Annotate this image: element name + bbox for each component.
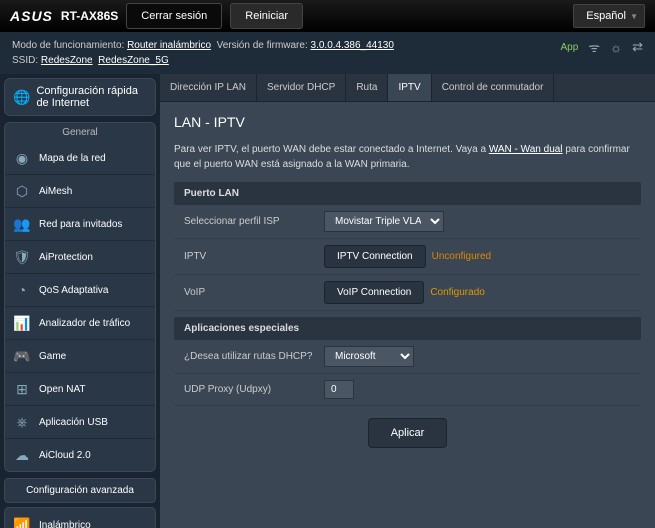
general-heading: General [5,123,155,142]
model-label: RT-AX86S [61,9,118,23]
udpxy-label: UDP Proxy (Udpxy) [184,384,324,395]
sidebar-item-general-8[interactable]: ⎈ Aplicación USB [5,406,155,439]
ssid2-value[interactable]: RedesZone_5G [98,55,169,66]
tab-1[interactable]: Servidor DHCP [257,74,346,101]
special-apps-section-header: Aplicaciones especiales [174,317,641,340]
wan-dual-link[interactable]: WAN - Wan dual [489,144,563,155]
lan-port-section-header: Puerto LAN [174,182,641,205]
logout-button[interactable]: Cerrar sesión [126,3,222,29]
ssid1-value[interactable]: RedesZone [41,55,93,66]
led-status-icon[interactable]: ☼ [610,40,622,55]
voip-connection-button[interactable]: VoIP Connection [324,281,424,304]
sidebar-icon: 📊 [13,314,31,332]
sidebar-item-general-0[interactable]: ◉ Mapa de la red [5,142,155,175]
sidebar-icon: 🎮 [13,347,31,365]
isp-profile-select[interactable]: Movistar Triple VLAN [324,211,444,232]
isp-profile-label: Seleccionar perfil ISP [184,216,324,227]
sidebar-item-general-3[interactable]: 🛡 AiProtection [5,241,155,274]
globe-icon: 🌐 [13,88,30,106]
main-panel: Dirección IP LANServidor DHCPRutaIPTVCon… [160,74,655,528]
tab-2[interactable]: Ruta [346,74,388,101]
tab-0[interactable]: Dirección IP LAN [160,74,257,101]
sidebar-icon: ⎈ [13,413,31,431]
voip-label: VoIP [184,287,324,298]
tab-3[interactable]: IPTV [388,74,431,101]
dhcp-routes-select[interactable]: Microsoft [324,346,414,367]
sidebar-item-label: Analizador de tráfico [39,318,130,329]
udpxy-input[interactable] [324,380,354,399]
sidebar-item-general-1[interactable]: ⬡ AiMesh [5,175,155,208]
sidebar-icon: ◔ [13,281,31,299]
brand-logo: ASUS [10,8,53,24]
apply-button[interactable]: Aplicar [368,418,448,448]
sidebar-icon: ☁ [13,446,31,464]
advanced-heading: Configuración avanzada [4,478,156,503]
sidebar-item-label: Open NAT [39,384,86,395]
sidebar-item-general-6[interactable]: 🎮 Game [5,340,155,373]
sidebar-item-label: AiMesh [39,186,72,197]
sidebar-item-label: AiProtection [39,252,93,263]
sidebar-icon: 🛡 [13,248,31,266]
iptv-status: Unconfigured [432,251,491,262]
sidebar: 🌐 Configuración rápida de Internet Gener… [0,74,160,528]
mode-label: Modo de funcionamiento: [12,40,124,51]
page-description: Para ver IPTV, el puerto WAN debe estar … [174,142,641,172]
sidebar-item-label: AiCloud 2.0 [39,450,91,461]
sidebar-item-label: Aplicación USB [39,417,108,428]
dhcp-routes-label: ¿Desea utilizar rutas DHCP? [184,351,324,362]
sidebar-icon: ◉ [13,149,31,167]
tab-bar: Dirección IP LANServidor DHCPRutaIPTVCon… [160,74,655,102]
sidebar-item-label: Mapa de la red [39,153,106,164]
iptv-connection-button[interactable]: IPTV Connection [324,245,426,268]
top-bar: ASUS RT-AX86S Cerrar sesión Reiniciar Es… [0,0,655,32]
sidebar-item-general-7[interactable]: ⊞ Open NAT [5,373,155,406]
language-select[interactable]: Español [573,4,645,28]
voip-status: Configurado [430,287,484,298]
link-status-icon[interactable]: ⇄ [632,39,643,55]
sidebar-item-label: Game [39,351,66,362]
info-bar: Modo de funcionamiento: Router inalámbri… [0,32,655,74]
quick-setup-button[interactable]: 🌐 Configuración rápida de Internet [4,78,156,116]
fw-value[interactable]: 3.0.0.4.386_44130 [311,40,394,51]
sidebar-icon: ⊞ [13,380,31,398]
sidebar-icon: 📶 [13,516,31,528]
fw-label: Versión de firmware: [217,40,308,51]
mode-value[interactable]: Router inalámbrico [127,40,211,51]
app-link[interactable]: App [561,42,579,53]
sidebar-icon: ⬡ [13,182,31,200]
quick-setup-label: Configuración rápida de Internet [36,85,147,109]
ssid-label: SSID: [12,55,38,66]
sidebar-item-label: QoS Adaptativa [39,285,109,296]
page-title: LAN - IPTV [174,114,641,130]
sidebar-item-general-2[interactable]: 👥 Red para invitados [5,208,155,241]
sidebar-item-general-5[interactable]: 📊 Analizador de tráfico [5,307,155,340]
sidebar-item-general-4[interactable]: ◔ QoS Adaptativa [5,274,155,307]
sidebar-item-label: Red para invitados [39,219,122,230]
wifi-status-icon[interactable]: ᯤ [588,38,600,56]
sidebar-icon: 👥 [13,215,31,233]
sidebar-item-advanced-0[interactable]: 📶Inalámbrico [4,507,156,528]
tab-4[interactable]: Control de conmutador [432,74,555,101]
reboot-button[interactable]: Reiniciar [230,3,303,29]
iptv-label: IPTV [184,251,324,262]
sidebar-item-general-9[interactable]: ☁ AiCloud 2.0 [5,439,155,471]
